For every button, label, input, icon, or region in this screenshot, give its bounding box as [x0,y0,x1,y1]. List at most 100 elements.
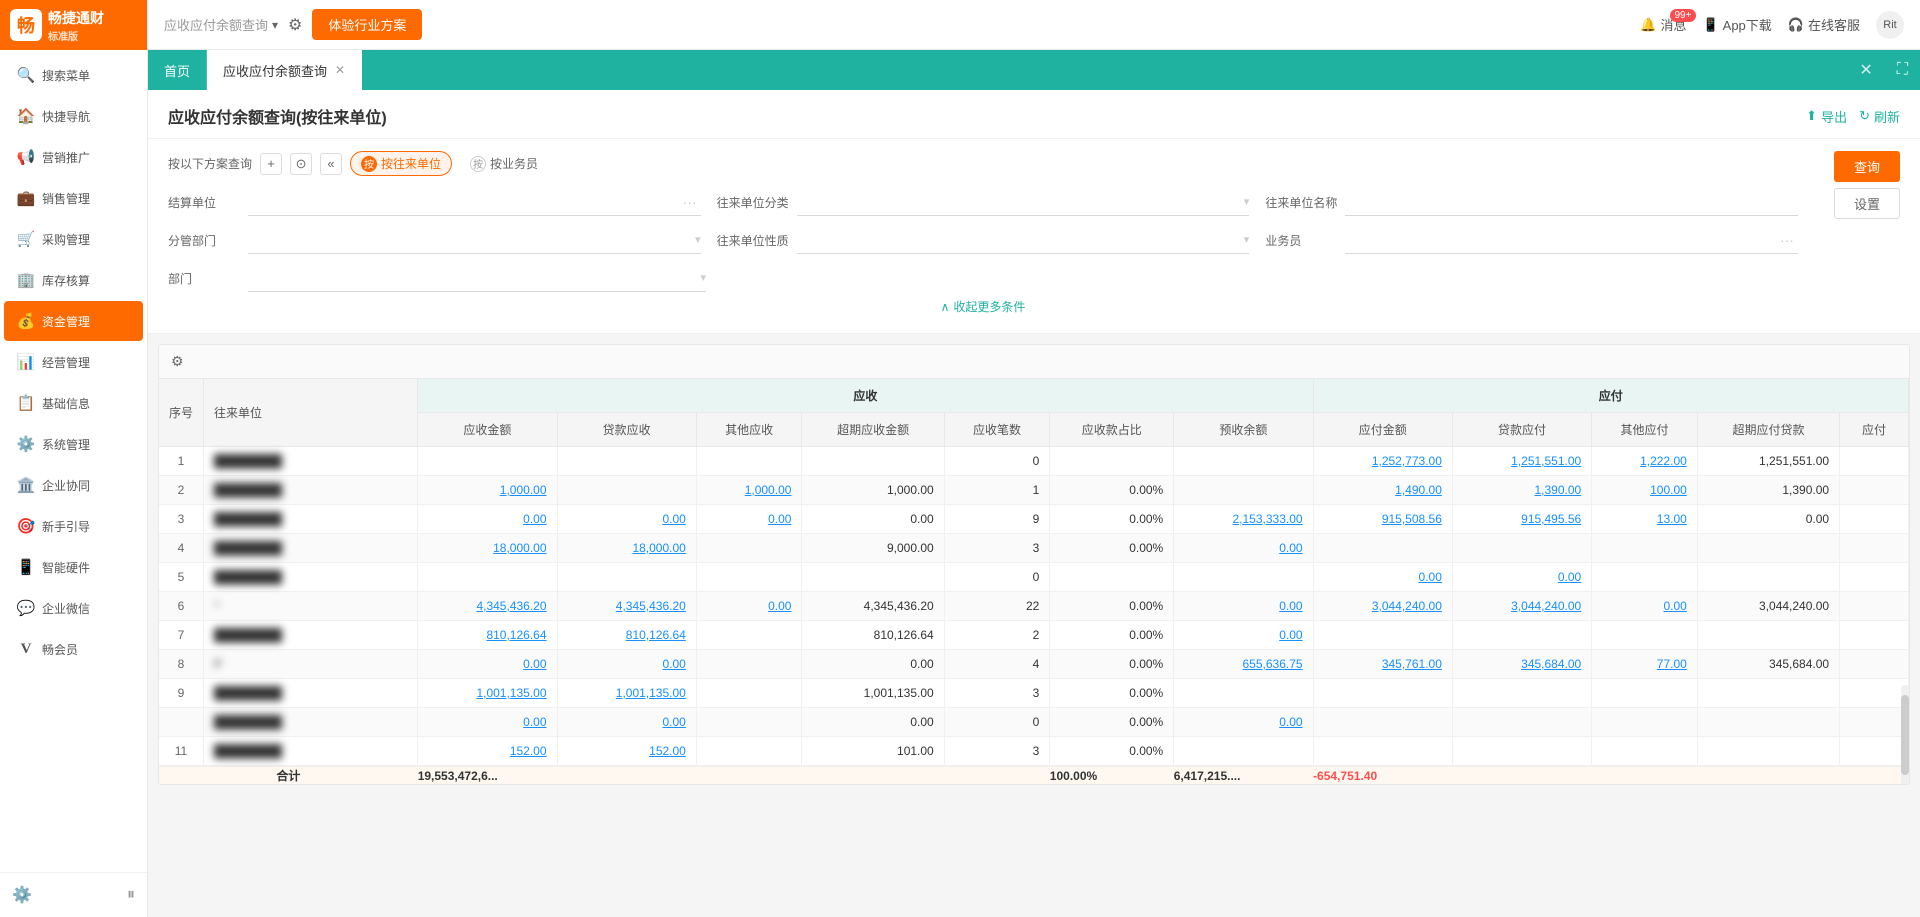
cell-ap-amt[interactable]: 345,761.00 [1313,650,1452,679]
cell-ar-other[interactable] [696,737,802,767]
cell-ap-other[interactable] [1592,534,1698,563]
query-button[interactable]: 查询 [1834,151,1900,182]
cell-ar-prepay[interactable]: 0.00 [1174,708,1313,737]
cell-ap-loan[interactable]: 1,390.00 [1452,476,1591,505]
cell-ar-prepay[interactable]: 0.00 [1174,621,1313,650]
cell-ar-amt[interactable]: 152.00 [418,737,557,767]
cell-ap-loan[interactable]: 0.00 [1452,563,1591,592]
cell-ar-amt[interactable]: 0.00 [418,708,557,737]
cell-ar-prepay[interactable] [1174,563,1313,592]
cell-ap-other[interactable] [1592,737,1698,767]
cell-ap-loan[interactable]: 3,044,240.00 [1452,592,1591,621]
partner-name-input[interactable] [1345,188,1798,216]
cell-ap-amt[interactable]: 915,508.56 [1313,505,1452,534]
tab-home[interactable]: 首页 [148,50,207,90]
sidebar-item-finance[interactable]: 💰 资金管理 [4,301,143,341]
salesperson-input[interactable]: ··· [1345,226,1798,254]
table-settings-icon[interactable]: ⚙ [171,353,184,370]
cell-ap-amt[interactable]: 1,490.00 [1313,476,1452,505]
tab-close-icon[interactable]: ✕ [335,63,345,77]
cell-ar-amt[interactable]: 0.00 [418,505,557,534]
tab-by-partner[interactable]: 按 按往来单位 [350,151,452,176]
cell-ar-prepay[interactable]: 655,636.75 [1174,650,1313,679]
cell-ap-loan[interactable] [1452,621,1591,650]
cell-ar-loan[interactable] [557,447,696,476]
cell-ap-amt[interactable]: 1,252,773.00 [1313,447,1452,476]
cell-ap-amt[interactable]: 0.00 [1313,563,1452,592]
cell-ar-other[interactable] [696,621,802,650]
cell-ap-amt[interactable] [1313,621,1452,650]
cell-ap-other[interactable] [1592,679,1698,708]
sidebar-item-basic[interactable]: 📋 基础信息 [4,383,143,423]
tab-arquery[interactable]: 应收应付余额查询 ✕ [207,50,362,90]
collapse-icon[interactable]: ⏸ [123,882,139,908]
cell-ap-loan[interactable] [1452,534,1591,563]
topbar-settings-icon[interactable]: ⚙ [288,15,302,35]
cell-ap-loan[interactable]: 915,495.56 [1452,505,1591,534]
sidebar-item-hardware[interactable]: 📱 智能硬件 [4,547,143,587]
export-button[interactable]: ⬆ 导出 [1806,107,1847,126]
cell-ar-other[interactable] [696,679,802,708]
tab-close-all-icon[interactable]: ✕ [1847,50,1884,90]
cell-ar-prepay[interactable] [1174,737,1313,767]
cell-ap-amt[interactable] [1313,534,1452,563]
cell-ap-loan[interactable]: 345,684.00 [1452,650,1591,679]
cell-ar-loan[interactable]: 810,126.64 [557,621,696,650]
sidebar-item-member[interactable]: V 畅会员 [4,629,143,669]
cell-ap-loan[interactable] [1452,679,1591,708]
sidebar-item-inventory[interactable]: 🏢 库存核算 [4,260,143,300]
cell-ap-amt[interactable]: 3,044,240.00 [1313,592,1452,621]
filter-settings-btn[interactable]: ⊙ [290,153,312,175]
add-filter-btn[interactable]: + [260,153,282,175]
cell-ap-loan[interactable] [1452,708,1591,737]
app-download-button[interactable]: 📱 App下载 [1702,15,1771,34]
breadcrumb-dropdown-icon[interactable]: ▾ [272,18,278,32]
cell-ar-other[interactable]: 0.00 [696,505,802,534]
cell-ar-amt[interactable]: 0.00 [418,650,557,679]
sidebar-item-system[interactable]: ⚙️ 系统管理 [4,424,143,464]
tab-maximize-icon[interactable]: ⛶ [1885,50,1920,90]
cell-ap-amt[interactable] [1313,679,1452,708]
cell-ar-amt[interactable]: 18,000.00 [418,534,557,563]
footer-ar-amt[interactable]: 19,553,472,6... [418,766,557,784]
cell-ar-loan[interactable]: 4,345,436.20 [557,592,696,621]
filter-settings-button[interactable]: 设置 [1834,188,1900,219]
dept-select[interactable]: ▾ [248,226,701,254]
sidebar-item-purchase[interactable]: 🛒 采购管理 [4,219,143,259]
sidebar-item-search[interactable]: 🔍 搜索菜单 [4,55,143,95]
cell-ar-loan[interactable]: 1,001,135.00 [557,679,696,708]
cell-ar-amt[interactable]: 1,001,135.00 [418,679,557,708]
refresh-button[interactable]: ↻ 刷新 [1859,107,1900,126]
cell-ar-loan[interactable]: 18,000.00 [557,534,696,563]
message-button[interactable]: 🔔 消息 99+ [1640,15,1686,34]
filter-back-btn[interactable]: « [320,153,342,175]
cell-ap-loan[interactable] [1452,737,1591,767]
partner-type-select[interactable]: ▾ [797,226,1250,254]
scrollbar-thumb[interactable] [1901,695,1909,775]
subdept-select[interactable]: ▾ [248,264,706,292]
cell-ar-loan[interactable] [557,563,696,592]
collapse-filter-btn[interactable]: ∧ 收起更多条件 [168,292,1798,321]
cta-button[interactable]: 体验行业方案 [312,9,422,40]
sidebar-item-sales[interactable]: 💼 销售管理 [4,178,143,218]
cell-ar-amt[interactable]: 4,345,436.20 [418,592,557,621]
settlement-unit-input[interactable]: ··· [248,188,701,216]
sidebar-item-marketing[interactable]: 📢 营销推广 [4,137,143,177]
cell-ap-other[interactable] [1592,563,1698,592]
cell-ar-amt[interactable] [418,447,557,476]
cell-ar-loan[interactable]: 152.00 [557,737,696,767]
sidebar-item-operations[interactable]: 📊 经营管理 [4,342,143,382]
cell-ar-loan[interactable]: 0.00 [557,708,696,737]
cell-ar-prepay[interactable]: 2,153,333.00 [1174,505,1313,534]
cell-ar-other[interactable]: 1,000.00 [696,476,802,505]
cell-ap-amt[interactable] [1313,708,1452,737]
sidebar-item-wechat[interactable]: 💬 企业微信 [4,588,143,628]
cell-ar-prepay[interactable]: 0.00 [1174,592,1313,621]
cell-ar-amt[interactable]: 1,000.00 [418,476,557,505]
cell-ap-amt[interactable] [1313,737,1452,767]
cell-ar-prepay[interactable] [1174,679,1313,708]
cell-ar-other[interactable]: 0.00 [696,592,802,621]
cell-ar-other[interactable] [696,534,802,563]
sidebar-item-guide[interactable]: 🎯 新手引导 [4,506,143,546]
cell-ar-amt[interactable] [418,563,557,592]
